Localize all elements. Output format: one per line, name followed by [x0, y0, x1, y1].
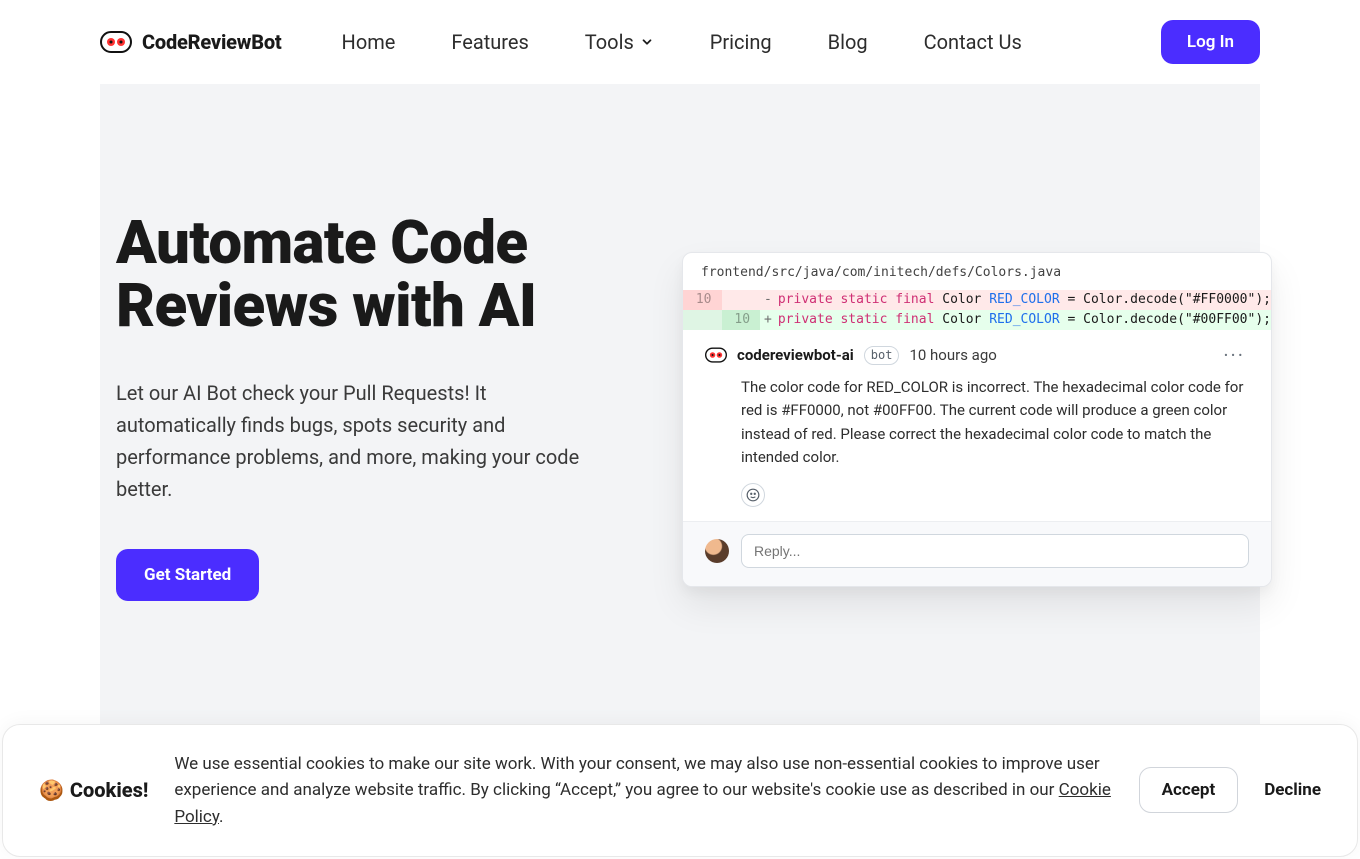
comment-timestamp: 10 hours ago: [909, 346, 996, 364]
bot-badge: bot: [864, 346, 900, 365]
diff-line-added: 10 +private static final Color RED_COLOR…: [683, 310, 1271, 330]
comment-header: codereviewbot-ai bot 10 hours ago ···: [705, 344, 1249, 366]
nav-home[interactable]: Home: [342, 30, 396, 54]
get-started-button[interactable]: Get Started: [116, 549, 259, 601]
cookie-emoji-icon: 🍪: [39, 778, 64, 802]
smiley-icon: [746, 488, 760, 502]
file-path: frontend/src/java/com/initech/defs/Color…: [683, 253, 1271, 290]
cookie-text: We use essential cookies to make our sit…: [174, 751, 1112, 830]
brand[interactable]: CodeReviewBot: [100, 30, 282, 54]
add-reaction-button[interactable]: [741, 483, 765, 507]
cookie-accept-button[interactable]: Accept: [1139, 767, 1239, 813]
nav-links: Home Features Tools Pricing Blog Contact…: [342, 30, 1113, 54]
cookie-title: 🍪Cookies!: [39, 778, 148, 802]
hero-title: Automate Code Reviews with AI: [116, 211, 663, 337]
comment-text: The color code for RED_COLOR is incorrec…: [705, 376, 1249, 469]
logo-icon: [100, 30, 132, 54]
reply-row: [683, 521, 1271, 586]
nav-pricing[interactable]: Pricing: [710, 30, 772, 54]
chevron-down-icon: [640, 35, 654, 49]
comment-author[interactable]: codereviewbot-ai: [737, 346, 854, 364]
nav-features[interactable]: Features: [451, 30, 528, 54]
user-avatar-icon[interactable]: [705, 539, 729, 563]
cookie-banner: 🍪Cookies! We use essential cookies to ma…: [2, 724, 1358, 857]
login-button[interactable]: Log In: [1161, 20, 1260, 64]
cookie-decline-button[interactable]: Decline: [1264, 780, 1321, 800]
hero-copy: Automate Code Reviews with AI Let our AI…: [116, 211, 703, 601]
kebab-menu-icon[interactable]: ···: [1219, 345, 1249, 365]
diff-line-removed: 10 -private static final Color RED_COLOR…: [683, 290, 1271, 310]
nav-blog[interactable]: Blog: [828, 30, 868, 54]
code-review-card: frontend/src/java/com/initech/defs/Color…: [682, 252, 1272, 587]
comment: codereviewbot-ai bot 10 hours ago ··· Th…: [683, 330, 1271, 521]
nav-tools[interactable]: Tools: [585, 30, 654, 54]
bot-avatar-icon: [705, 344, 727, 366]
brand-name: CodeReviewBot: [142, 30, 282, 54]
top-nav: CodeReviewBot Home Features Tools Pricin…: [0, 0, 1360, 84]
reply-input[interactable]: [741, 534, 1249, 568]
nav-contact[interactable]: Contact Us: [924, 30, 1022, 54]
hero-subtitle: Let our AI Bot check your Pull Requests!…: [116, 377, 606, 505]
hero-section: Automate Code Reviews with AI Let our AI…: [100, 84, 1260, 728]
